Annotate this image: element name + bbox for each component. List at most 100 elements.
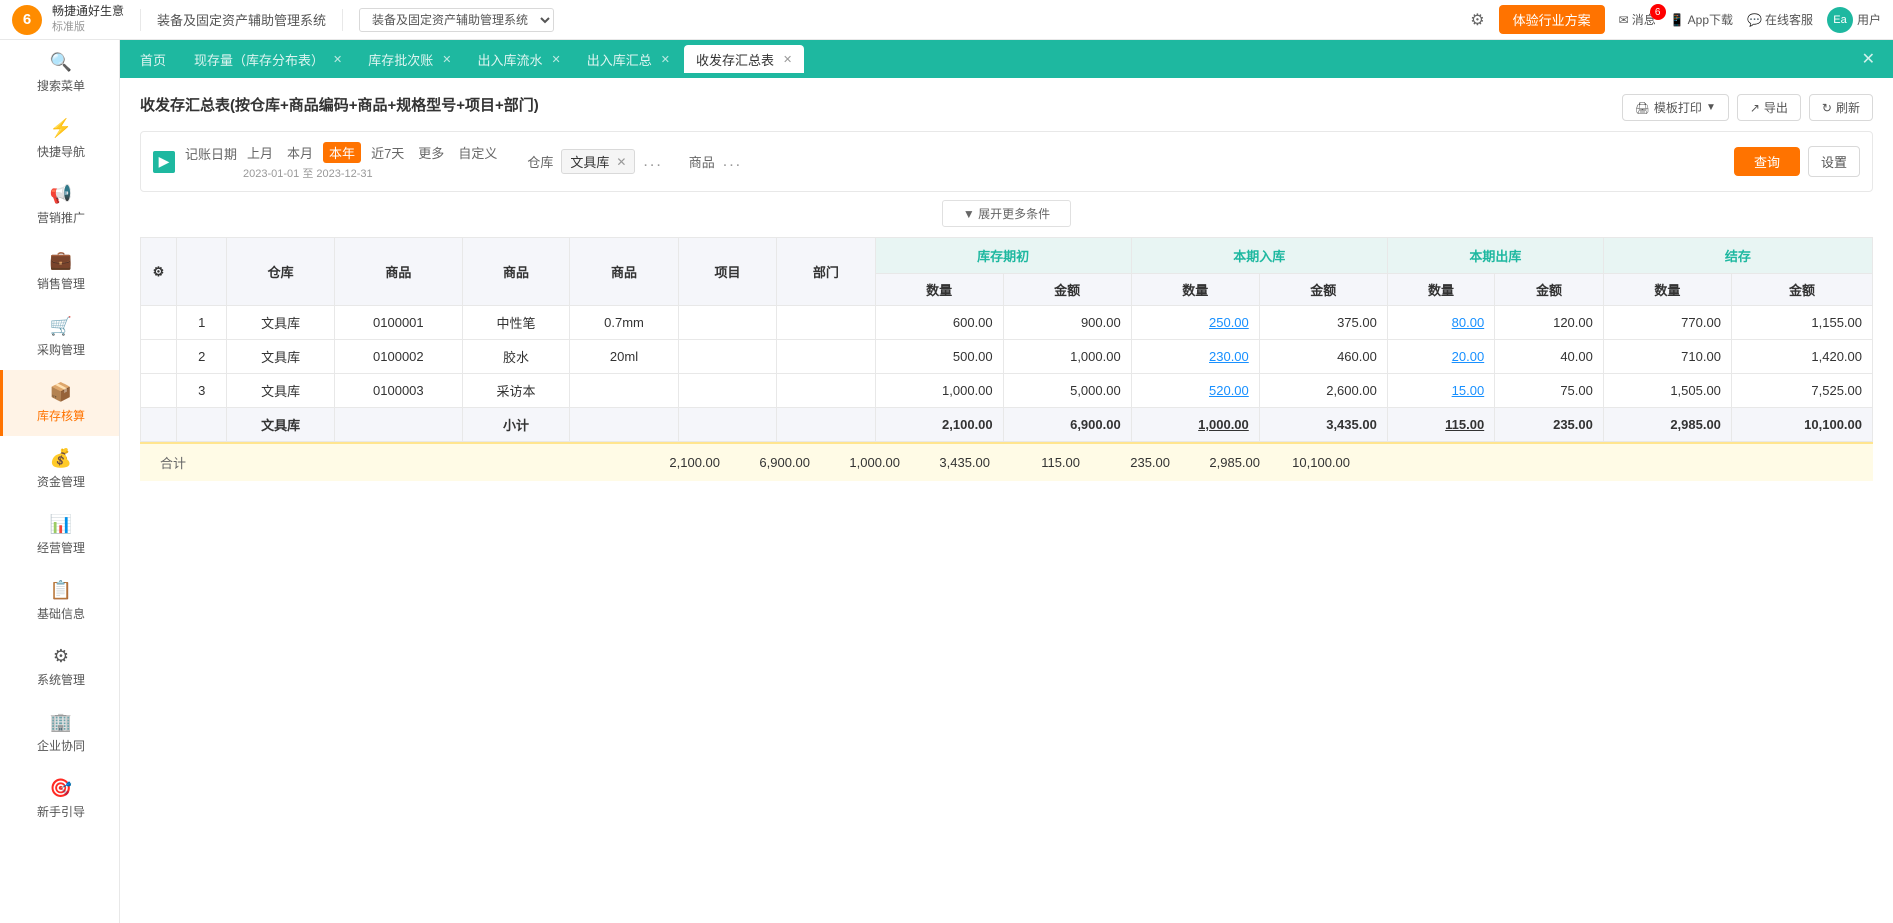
date-btn-this-month[interactable]: 本月 (283, 142, 317, 163)
tab-flow[interactable]: 出入库流水 ✕ (465, 45, 572, 73)
date-btn-more[interactable]: 更多 (414, 142, 448, 163)
table-row: 3 文具库 0100003 采访本 1,000.00 5,000.00 520.… (141, 374, 1873, 408)
tab-recv-send[interactable]: 收发存汇总表 ✕ (684, 45, 804, 73)
warehouse-filter-dots[interactable]: ... (643, 153, 662, 171)
message-icon: ✉ (1619, 13, 1629, 27)
row-no: 3 (177, 374, 227, 408)
row-out-qty[interactable]: 15.00 (1387, 374, 1494, 408)
row-out-qty[interactable]: 20.00 (1387, 340, 1494, 374)
app-download-area[interactable]: 📱 App下载 (1670, 11, 1733, 28)
system-select[interactable]: 装备及固定资产辅助管理系统 (359, 8, 554, 32)
setting-btn[interactable]: 设置 (1808, 146, 1860, 177)
tab-page-close[interactable]: ✕ (1850, 49, 1887, 69)
row-out-qty[interactable]: 115.00 (1387, 408, 1494, 442)
sidebar-item-search[interactable]: 🔍 搜索菜单 (0, 40, 119, 106)
row-goods-name: 胶水 (462, 340, 569, 374)
row-goods-name: 小计 (462, 408, 569, 442)
col-settings[interactable]: ⚙ (141, 238, 177, 306)
row-out-amt: 75.00 (1495, 374, 1604, 408)
sidebar-item-marketing[interactable]: 📢 营销推广 (0, 172, 119, 238)
goods-filter-label: 商品 (689, 152, 715, 171)
tab-close-summary-io[interactable]: ✕ (661, 53, 670, 66)
col-group-balance: 结存 (1603, 238, 1872, 274)
user-area[interactable]: Ea 用户 (1827, 7, 1881, 33)
tab-inventory-dist[interactable]: 现存量（库存分布表） ✕ (182, 45, 354, 73)
col-settings-icon: ⚙ (153, 264, 165, 279)
row-warehouse: 文具库 (227, 408, 334, 442)
row-out-amt: 120.00 (1495, 306, 1604, 340)
warehouse-tag-close[interactable]: ✕ (616, 155, 626, 169)
row-warehouse: 文具库 (227, 306, 334, 340)
tab-close-inventory-dist[interactable]: ✕ (333, 53, 342, 66)
row-settings-cell (141, 374, 177, 408)
row-out-amt: 235.00 (1495, 408, 1604, 442)
quick-icon: ⚡ (50, 118, 72, 139)
app-download-label: App下载 (1688, 11, 1733, 28)
message-badge: 6 (1650, 4, 1666, 20)
date-btn-7days[interactable]: 近7天 (367, 142, 408, 163)
sidebar-item-inventory[interactable]: 📦 库存核算 (0, 370, 119, 436)
page-title: 收发存汇总表(按仓库+商品编码+商品+规格型号+项目+部门) (140, 94, 539, 115)
date-filter-label: 记账日期 (185, 144, 237, 163)
date-range-display: 2023-01-01 至 2023-12-31 (243, 165, 501, 181)
sidebar-item-enterprise[interactable]: 🏢 企业协同 (0, 700, 119, 766)
table-row: 1 文具库 0100001 中性笔 0.7mm 600.00 900.00 25… (141, 306, 1873, 340)
settings-gear-btn[interactable]: ⚙ (1470, 10, 1484, 30)
query-btn[interactable]: 查询 (1734, 147, 1800, 176)
row-in-qty[interactable]: 230.00 (1131, 340, 1259, 374)
export-btn[interactable]: ↗ 导出 (1737, 94, 1801, 121)
warehouse-tag[interactable]: 文具库 ✕ (561, 149, 635, 174)
tab-home[interactable]: 首页 (126, 45, 180, 73)
sidebar-item-basic[interactable]: 📋 基础信息 (0, 568, 119, 634)
date-btn-this-year[interactable]: 本年 (323, 142, 361, 163)
business-icon: 📊 (50, 514, 72, 535)
row-bal-amt: 10,100.00 (1731, 408, 1872, 442)
sidebar-item-business[interactable]: 📊 经营管理 (0, 502, 119, 568)
row-project (678, 340, 776, 374)
print-btn[interactable]: 🖨 模板打印 ▼ (1622, 94, 1729, 121)
sidebar-item-finance[interactable]: 💰 资金管理 (0, 436, 119, 502)
goods-filter-dots[interactable]: ... (723, 153, 742, 171)
expand-conditions-btn[interactable]: ▼ 展开更多条件 (942, 200, 1071, 227)
basic-icon: 📋 (50, 580, 72, 601)
row-in-qty[interactable]: 250.00 (1131, 306, 1259, 340)
row-bal-amt: 1,420.00 (1731, 340, 1872, 374)
tab-close-flow[interactable]: ✕ (552, 53, 561, 66)
date-btn-last-month[interactable]: 上月 (243, 142, 277, 163)
table-row: 2 文具库 0100002 胶水 20ml 500.00 1,000.00 23… (141, 340, 1873, 374)
sidebar-item-system[interactable]: ⚙ 系统管理 (0, 634, 119, 700)
print-icon: 🖨 (1635, 101, 1650, 115)
online-service-area[interactable]: 💬 在线客服 (1747, 11, 1813, 28)
sidebar-item-newbie[interactable]: 🎯 新手引导 (0, 766, 119, 832)
logo-icon: 6 (12, 5, 42, 35)
date-btn-custom[interactable]: 自定义 (454, 142, 501, 163)
message-icon-area[interactable]: ✉ 6 消息 (1619, 11, 1656, 28)
tab-batch[interactable]: 库存批次账 ✕ (356, 45, 463, 73)
filter-toggle-btn[interactable]: ▶ (153, 151, 175, 173)
tab-summary-io[interactable]: 出入库汇总 ✕ (575, 45, 682, 73)
tab-close-recv-send[interactable]: ✕ (783, 53, 792, 66)
footer-in-amt: 3,435.00 (910, 455, 1000, 470)
trial-btn[interactable]: 体验行业方案 (1499, 5, 1605, 34)
row-out-qty[interactable]: 80.00 (1387, 306, 1494, 340)
footer-in-qty: 1,000.00 (820, 455, 910, 470)
col-group-out: 本期出库 (1387, 238, 1603, 274)
row-in-qty[interactable]: 520.00 (1131, 374, 1259, 408)
refresh-btn[interactable]: ↻ 刷新 (1809, 94, 1873, 121)
marketing-icon: 📢 (50, 184, 72, 205)
row-in-qty[interactable]: 1,000.00 (1131, 408, 1259, 442)
row-settings-cell (141, 408, 177, 442)
service-icon: 💬 (1747, 13, 1762, 27)
refresh-icon: ↻ (1822, 101, 1832, 115)
top-bar: 6 畅捷通好生意 标准版 装备及固定资产辅助管理系统 装备及固定资产辅助管理系统… (0, 0, 1893, 40)
sidebar-item-purchase[interactable]: 🛒 采购管理 (0, 304, 119, 370)
row-open-qty: 500.00 (875, 340, 1003, 374)
sidebar-item-quick[interactable]: ⚡ 快捷导航 (0, 106, 119, 172)
sidebar-item-sales[interactable]: 💼 销售管理 (0, 238, 119, 304)
row-goods-spec: 20ml (570, 340, 679, 374)
footer-open-amt: 6,900.00 (730, 455, 820, 470)
row-goods-spec: 0.7mm (570, 306, 679, 340)
row-in-amt: 3,435.00 (1259, 408, 1387, 442)
tab-bar: 首页 现存量（库存分布表） ✕ 库存批次账 ✕ 出入库流水 ✕ 出入库汇总 ✕ … (120, 40, 1893, 78)
tab-close-batch[interactable]: ✕ (442, 53, 451, 66)
